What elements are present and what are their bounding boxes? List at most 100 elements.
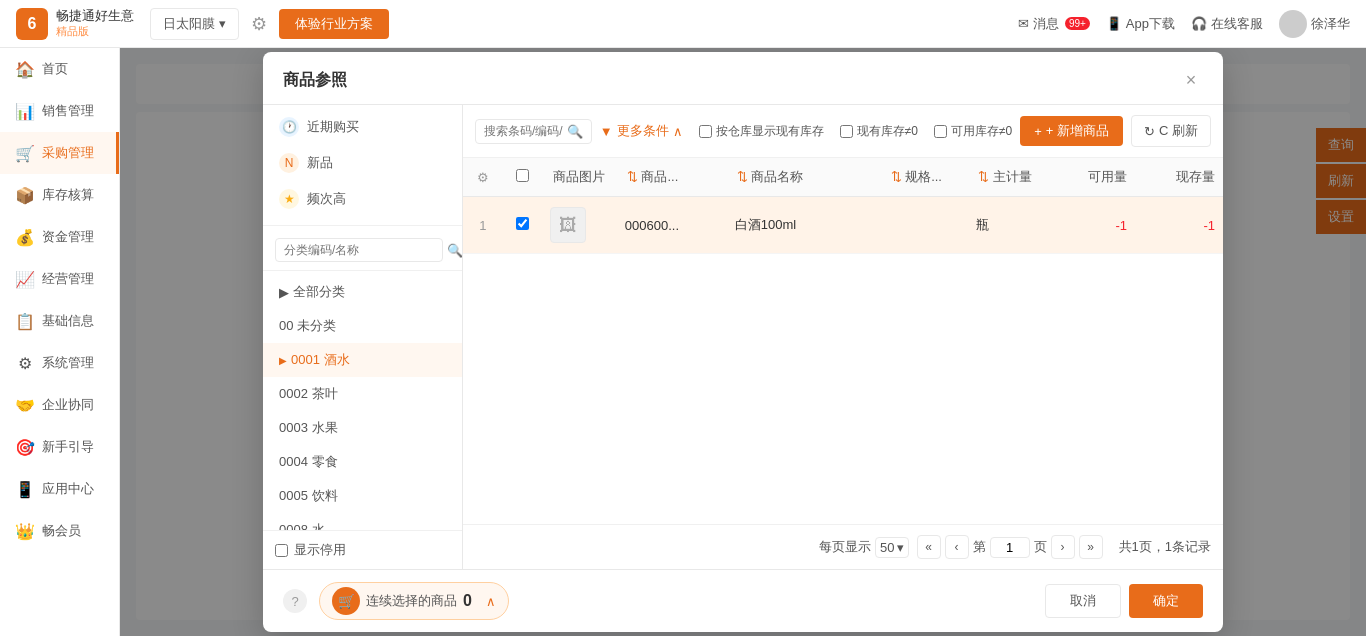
modal-close-btn[interactable]: × bbox=[1179, 68, 1203, 92]
member-icon: 👑 bbox=[16, 522, 34, 540]
home-icon: 🏠 bbox=[16, 60, 34, 78]
cat-search-wrap: 🔍 bbox=[263, 230, 462, 271]
display-disabled-checkbox[interactable] bbox=[275, 544, 288, 557]
refresh-label: C 刷新 bbox=[1159, 122, 1198, 140]
sidebar-item-home[interactable]: 🏠 首页 bbox=[0, 48, 119, 90]
filter-btn[interactable]: ▼ 更多条件 ∧ bbox=[600, 122, 683, 140]
refresh-btn[interactable]: ↻ C 刷新 bbox=[1131, 115, 1211, 147]
avail-ne-checkbox[interactable] bbox=[934, 125, 947, 138]
sort-icon-name: ⇅ bbox=[737, 169, 748, 184]
display-disabled-wrap: 显示停用 bbox=[263, 530, 462, 569]
messages-btn[interactable]: ✉ 消息 99+ bbox=[1018, 15, 1090, 33]
stock-ne-checkbox-wrap: 现有库存≠0 bbox=[840, 123, 918, 140]
warehouse-label: 按仓库显示现有库存 bbox=[716, 123, 824, 140]
sidebar-item-member[interactable]: 👑 畅会员 bbox=[0, 510, 119, 552]
sidebar-item-sales[interactable]: 📊 销售管理 bbox=[0, 90, 119, 132]
cancel-btn[interactable]: 取消 bbox=[1045, 584, 1121, 618]
help-icon-btn[interactable]: ? bbox=[283, 589, 307, 613]
sidebar-item-enterprise[interactable]: 🤝 企业协同 bbox=[0, 384, 119, 426]
row-available: -1 bbox=[1047, 197, 1135, 254]
th-name[interactable]: ⇅ 商品名称 bbox=[727, 158, 881, 197]
settings-icon-btn[interactable]: ⚙ bbox=[247, 12, 271, 36]
search-bar: 🔍 ▼ 更多条件 ∧ 按仓库显示现有库存 bbox=[463, 105, 1223, 158]
search-input-wrap: 🔍 bbox=[475, 119, 592, 144]
cart-collapse-icon[interactable]: ∧ bbox=[486, 594, 496, 609]
sidebar-item-apps[interactable]: 📱 应用中心 bbox=[0, 468, 119, 510]
operations-icon: 📈 bbox=[16, 270, 34, 288]
sidebar-item-basics[interactable]: 📋 基础信息 bbox=[0, 300, 119, 342]
page-number-input[interactable] bbox=[990, 537, 1030, 558]
cat-item-00[interactable]: 00 未分类 bbox=[263, 309, 462, 343]
headset-icon: 🎧 bbox=[1191, 16, 1207, 31]
cart-selection-wrap[interactable]: 🛒 连续选择的商品 0 ∧ bbox=[319, 582, 509, 620]
table-row[interactable]: 1 🖼 bbox=[463, 197, 1223, 254]
row-checkbox[interactable] bbox=[516, 217, 529, 230]
page-label: 页 bbox=[1034, 538, 1047, 556]
modal-overlay: 商品参照 × 🕐 近期购买 bbox=[120, 48, 1366, 636]
select-all-checkbox[interactable] bbox=[516, 169, 529, 182]
sidebar-label-member: 畅会员 bbox=[42, 522, 81, 540]
sidebar-item-system[interactable]: ⚙ 系统管理 bbox=[0, 342, 119, 384]
apps-icon: 📱 bbox=[16, 480, 34, 498]
add-icon: + bbox=[1034, 124, 1042, 139]
prev-page-btn[interactable]: ‹ bbox=[945, 535, 969, 559]
warehouse-checkbox-wrap: 按仓库显示现有库存 bbox=[699, 123, 824, 140]
user-profile-btn[interactable]: 徐泽华 bbox=[1279, 10, 1350, 38]
store-name: 日太阳膜 bbox=[163, 15, 215, 33]
sidebar-item-purchase[interactable]: 🛒 采购管理 bbox=[0, 132, 119, 174]
th-unit[interactable]: ⇅ 主计量 bbox=[968, 158, 1047, 197]
add-product-btn[interactable]: + + 新增商品 bbox=[1020, 116, 1123, 146]
search-input[interactable] bbox=[484, 124, 563, 138]
row-unit: 瓶 bbox=[968, 197, 1047, 254]
logo-icon: 6 bbox=[16, 8, 48, 40]
cat-item-0003[interactable]: 0003 水果 bbox=[263, 411, 462, 445]
logo-text-wrap: 畅捷通好生意 精品版 bbox=[56, 8, 134, 40]
quick-label-recent: 近期购买 bbox=[307, 118, 359, 136]
cart-icon: 🛒 bbox=[332, 587, 360, 615]
next-page-btn[interactable]: › bbox=[1051, 535, 1075, 559]
last-page-btn[interactable]: » bbox=[1079, 535, 1103, 559]
experience-btn[interactable]: 体验行业方案 bbox=[279, 9, 389, 39]
online-service-btn[interactable]: 🎧 在线客服 bbox=[1191, 15, 1263, 33]
sidebar-item-operations[interactable]: 📈 经营管理 bbox=[0, 258, 119, 300]
th-spec[interactable]: ⇅ 规格... bbox=[881, 158, 969, 197]
cat-item-0002[interactable]: 0002 茶叶 bbox=[263, 377, 462, 411]
quick-item-freq[interactable]: ★ 频次高 bbox=[263, 181, 462, 217]
search-icon[interactable]: 🔍 bbox=[567, 124, 583, 139]
quick-item-new[interactable]: N 新品 bbox=[263, 145, 462, 181]
row-checkbox-cell bbox=[503, 197, 543, 254]
sidebar-item-finance[interactable]: 💰 资金管理 bbox=[0, 216, 119, 258]
quick-item-recent[interactable]: 🕐 近期购买 bbox=[263, 109, 462, 145]
cat-search-icon[interactable]: 🔍 bbox=[447, 243, 463, 258]
store-selector[interactable]: 日太阳膜 ▾ bbox=[150, 8, 239, 40]
row-code: 000600... bbox=[617, 197, 727, 254]
warehouse-checkbox[interactable] bbox=[699, 125, 712, 138]
filter-collapse-icon: ∧ bbox=[673, 124, 683, 139]
logo-sub: 精品版 bbox=[56, 24, 134, 39]
page-size-select[interactable]: 50 ▾ bbox=[875, 537, 908, 558]
page-size-arrow: ▾ bbox=[897, 540, 904, 555]
cat-search-input[interactable] bbox=[275, 238, 443, 262]
sidebar-item-inventory[interactable]: 📦 库存核算 bbox=[0, 174, 119, 216]
stock-ne-checkbox[interactable] bbox=[840, 125, 853, 138]
add-label: + 新增商品 bbox=[1046, 122, 1109, 140]
quick-items-list: 🕐 近期购买 N 新品 ★ 频次高 bbox=[263, 105, 462, 221]
page-nav: « ‹ 第 页 bbox=[917, 535, 1103, 559]
sidebar-item-guide[interactable]: 🎯 新手引导 bbox=[0, 426, 119, 468]
app-download-btn[interactable]: 📱 App下载 bbox=[1106, 15, 1175, 33]
freq-icon: ★ bbox=[279, 189, 299, 209]
confirm-btn[interactable]: 确定 bbox=[1129, 584, 1203, 618]
cat-list: ▶ 全部分类 00 未分类 ▶ 0001 酒水 0002 茶 bbox=[263, 271, 462, 530]
th-code[interactable]: ⇅ 商品... bbox=[617, 158, 727, 197]
finance-icon: 💰 bbox=[16, 228, 34, 246]
cart-count: 0 bbox=[463, 592, 472, 610]
refresh-icon: ↻ bbox=[1144, 124, 1155, 139]
cat-item-0004[interactable]: 0004 零食 bbox=[263, 445, 462, 479]
sidebar-label-inventory: 库存核算 bbox=[42, 186, 94, 204]
cat-item-all[interactable]: ▶ 全部分类 bbox=[263, 275, 462, 309]
cat-item-0005[interactable]: 0005 饮料 bbox=[263, 479, 462, 513]
modal-right-panel: 🔍 ▼ 更多条件 ∧ 按仓库显示现有库存 bbox=[463, 105, 1223, 569]
first-page-btn[interactable]: « bbox=[917, 535, 941, 559]
cat-item-0008[interactable]: 0008 水 bbox=[263, 513, 462, 530]
cat-item-0001[interactable]: ▶ 0001 酒水 bbox=[263, 343, 462, 377]
